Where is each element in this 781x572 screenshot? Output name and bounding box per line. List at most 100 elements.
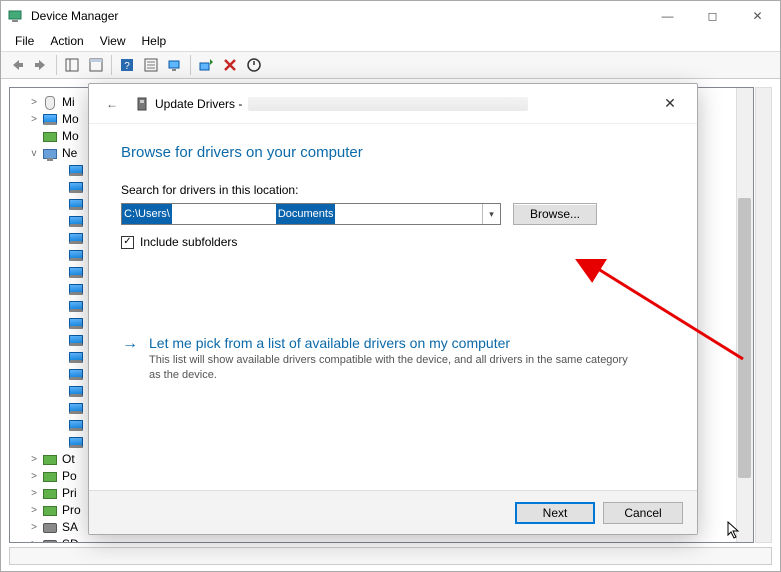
twisty-icon[interactable]: > bbox=[28, 94, 40, 111]
tree-item-label: Pro bbox=[62, 502, 81, 519]
cancel-button[interactable]: Cancel bbox=[603, 502, 683, 524]
monitor-icon bbox=[68, 401, 84, 417]
back-icon[interactable] bbox=[5, 54, 29, 76]
help-icon[interactable]: ? bbox=[115, 54, 139, 76]
show-hide-tree-icon[interactable] bbox=[60, 54, 84, 76]
dialog-close-button[interactable]: ✕ bbox=[653, 91, 687, 117]
tree-item-label: Ot bbox=[62, 451, 75, 468]
properties-frame-icon[interactable] bbox=[84, 54, 108, 76]
close-button[interactable]: ✕ bbox=[735, 2, 780, 30]
tree-item-bottom-5[interactable]: > SD bbox=[14, 536, 749, 543]
toolbar: ? bbox=[1, 51, 780, 79]
card-icon bbox=[42, 129, 58, 145]
dialog-heading: Browse for drivers on your computer bbox=[121, 144, 665, 161]
driver-icon bbox=[135, 97, 149, 111]
arrow-right-icon: → bbox=[121, 335, 139, 383]
disk-icon bbox=[42, 537, 58, 544]
pick-description: This list will show available drivers co… bbox=[149, 353, 629, 383]
path-combobox[interactable]: C:\Users\ Documents ▾ bbox=[121, 203, 501, 225]
pick-from-list-link[interactable]: → Let me pick from a list of available d… bbox=[121, 335, 665, 383]
titlebar: Device Manager — ◻ ✕ bbox=[1, 1, 780, 31]
twisty-icon[interactable]: > bbox=[28, 451, 40, 468]
window-title: Device Manager bbox=[31, 9, 118, 23]
path-dropdown-icon[interactable]: ▾ bbox=[482, 204, 500, 224]
tree-item-label: Ne bbox=[62, 145, 77, 162]
tree-item-label: SD bbox=[62, 536, 79, 543]
path-label: Search for drivers in this location: bbox=[121, 183, 665, 197]
update-drivers-dialog: ← Update Drivers - ✕ Browse for drivers … bbox=[88, 83, 698, 535]
twisty-icon[interactable]: > bbox=[28, 485, 40, 502]
body: > Mi > MoMo v Ne > Ot > Po > Pri > Pro > SA > SD ← Update… bbox=[1, 79, 780, 571]
forward-icon[interactable] bbox=[29, 54, 53, 76]
monitor-icon bbox=[68, 265, 84, 281]
tree-scrollbar[interactable] bbox=[736, 88, 753, 542]
menu-file[interactable]: File bbox=[7, 32, 42, 50]
tree-item-label: Mo bbox=[62, 111, 79, 128]
tree-item-label: SA bbox=[62, 519, 78, 536]
path-segment-2: Documents bbox=[276, 204, 336, 224]
window-scrollbar[interactable] bbox=[755, 87, 772, 543]
tree-item-label: Mo bbox=[62, 128, 79, 145]
details-icon[interactable] bbox=[139, 54, 163, 76]
tree-scroll-thumb[interactable] bbox=[738, 198, 751, 478]
twisty-icon[interactable]: > bbox=[28, 519, 40, 536]
monitor-icon bbox=[68, 435, 84, 451]
twisty-icon[interactable]: v bbox=[28, 145, 40, 162]
card-icon bbox=[42, 469, 58, 485]
path-segment-1: C:\Users\ bbox=[122, 204, 172, 224]
dialog-footer: Next Cancel bbox=[89, 490, 697, 534]
dialog-header: ← Update Drivers - ✕ bbox=[89, 84, 697, 124]
monitor-icon bbox=[68, 350, 84, 366]
monitor-icon bbox=[68, 367, 84, 383]
dialog-back-button[interactable]: ← bbox=[99, 91, 125, 117]
monitor-icon bbox=[68, 299, 84, 315]
device-manager-window: Device Manager — ◻ ✕ File Action View He… bbox=[0, 0, 781, 572]
twisty-icon[interactable]: > bbox=[28, 536, 40, 543]
include-subfolders-checkbox[interactable]: ✓ bbox=[121, 236, 134, 249]
mouse-icon bbox=[42, 95, 58, 111]
pick-title: Let me pick from a list of available dri… bbox=[149, 335, 629, 351]
browse-button[interactable]: Browse... bbox=[513, 203, 597, 225]
monitor-icon bbox=[68, 197, 84, 213]
tree-item-label: Mi bbox=[62, 94, 75, 111]
monitor-icon bbox=[42, 112, 58, 128]
uninstall-icon[interactable] bbox=[218, 54, 242, 76]
adapter-icon bbox=[42, 146, 58, 162]
monitor-icon bbox=[68, 180, 84, 196]
scan-hardware-icon[interactable] bbox=[163, 54, 187, 76]
menu-view[interactable]: View bbox=[92, 32, 134, 50]
next-button[interactable]: Next bbox=[515, 502, 595, 524]
menu-help[interactable]: Help bbox=[134, 32, 175, 50]
svg-text:?: ? bbox=[124, 61, 130, 72]
twisty-icon[interactable]: > bbox=[28, 468, 40, 485]
maximize-button[interactable]: ◻ bbox=[690, 2, 735, 30]
monitor-icon bbox=[68, 316, 84, 332]
monitor-icon bbox=[68, 418, 84, 434]
dialog-title-redacted bbox=[248, 97, 528, 111]
card-icon bbox=[42, 503, 58, 519]
twisty-icon[interactable]: > bbox=[28, 502, 40, 519]
tree-item-label: Pri bbox=[62, 485, 77, 502]
update-driver-icon[interactable] bbox=[194, 54, 218, 76]
card-icon bbox=[42, 486, 58, 502]
menubar: File Action View Help bbox=[1, 31, 780, 51]
minimize-button[interactable]: — bbox=[645, 2, 690, 30]
mouse-cursor bbox=[727, 521, 741, 539]
tree-item-label: Po bbox=[62, 468, 77, 485]
disk-icon bbox=[42, 520, 58, 536]
twisty-icon[interactable]: > bbox=[28, 111, 40, 128]
monitor-icon bbox=[68, 214, 84, 230]
dialog-title: Update Drivers - bbox=[155, 97, 242, 111]
path-redacted bbox=[172, 204, 276, 224]
menu-action[interactable]: Action bbox=[42, 32, 91, 50]
monitor-icon bbox=[68, 282, 84, 298]
monitor-icon bbox=[68, 163, 84, 179]
monitor-icon bbox=[68, 333, 84, 349]
card-icon bbox=[42, 452, 58, 468]
app-icon bbox=[7, 8, 23, 24]
include-subfolders-label: Include subfolders bbox=[140, 235, 237, 249]
monitor-icon bbox=[68, 248, 84, 264]
disable-icon[interactable] bbox=[242, 54, 266, 76]
status-bar bbox=[9, 547, 772, 565]
monitor-icon bbox=[68, 384, 84, 400]
